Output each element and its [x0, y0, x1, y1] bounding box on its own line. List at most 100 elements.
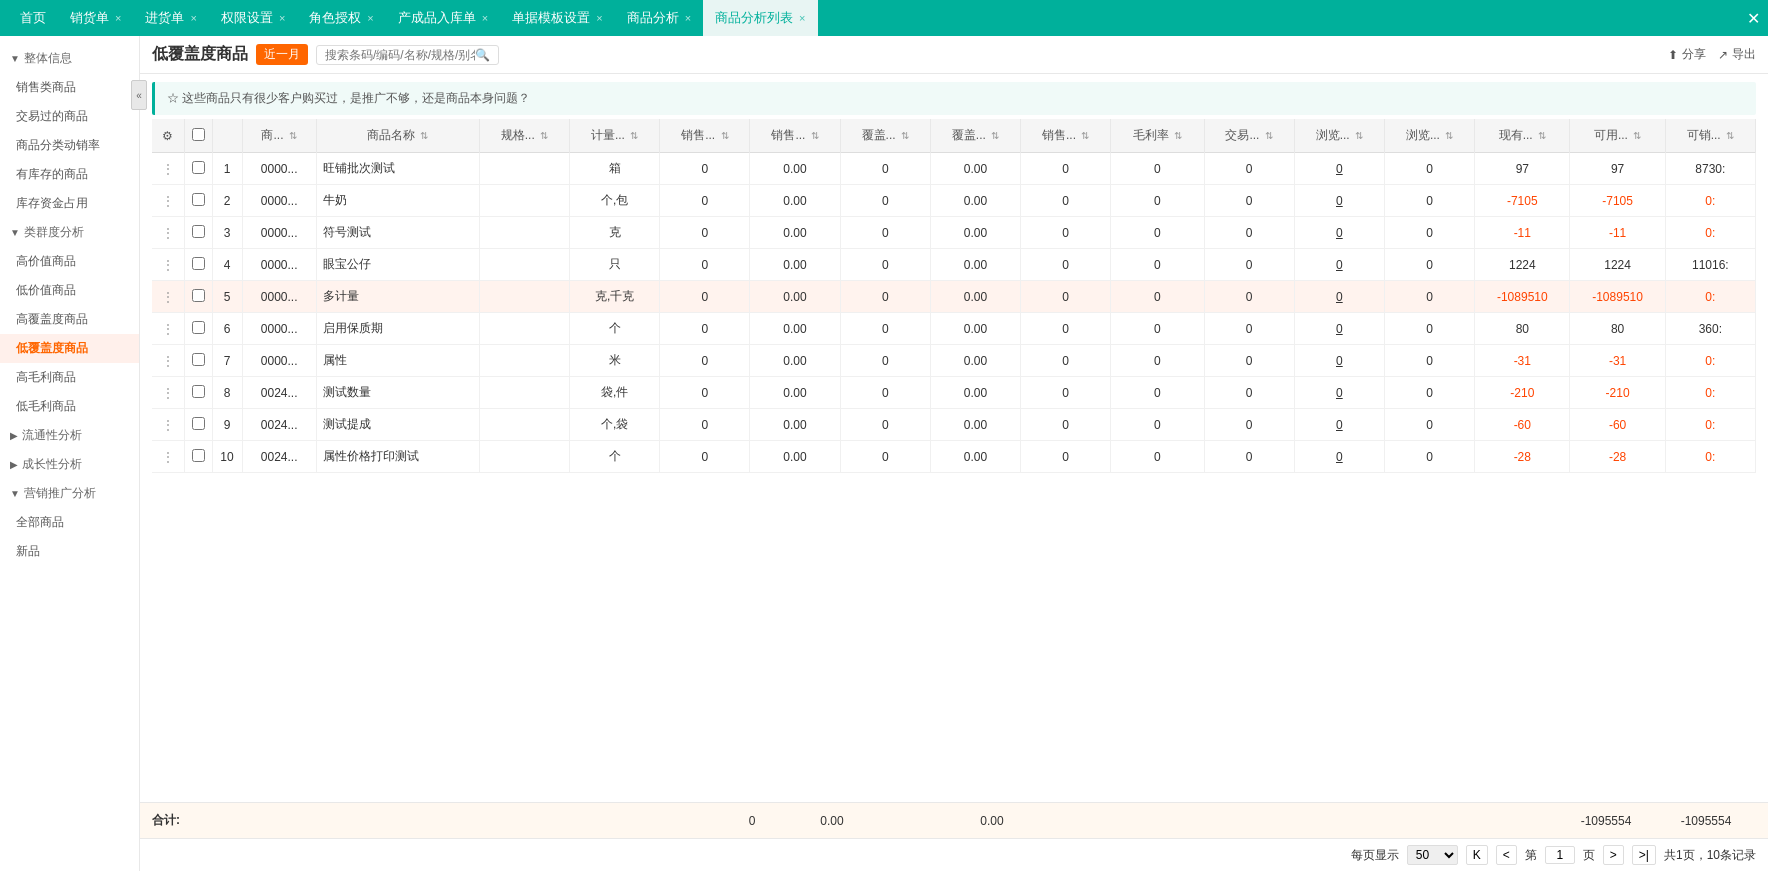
cell-checkbox[interactable] [184, 185, 212, 217]
row-checkbox[interactable] [192, 353, 205, 366]
cell-browse1[interactable]: 0 [1294, 441, 1384, 473]
export-button[interactable]: ↗ 导出 [1718, 46, 1756, 63]
cell-checkbox[interactable] [184, 313, 212, 345]
sidebar-section-overall[interactable]: ▼ 整体信息 [0, 44, 139, 73]
cell-checkbox[interactable] [184, 409, 212, 441]
cell-settings[interactable]: ⋮ [152, 377, 184, 409]
close-permissions-tab[interactable]: × [279, 12, 285, 24]
cell-settings[interactable]: ⋮ [152, 441, 184, 473]
sidebar-section-liquidity[interactable]: ▶ 流通性分析 [0, 421, 139, 450]
cell-settings[interactable]: ⋮ [152, 409, 184, 441]
cell-browse1[interactable]: 0 [1294, 377, 1384, 409]
cell-checkbox[interactable] [184, 153, 212, 185]
sidebar-section-cluster[interactable]: ▼ 类群度分析 [0, 218, 139, 247]
cell-settings[interactable]: ⋮ [152, 281, 184, 313]
th-trans[interactable]: 交易... ⇅ [1204, 119, 1294, 153]
nav-tab-roles[interactable]: 角色授权 × [297, 0, 385, 36]
th-code[interactable]: 商... ⇅ [242, 119, 316, 153]
row-checkbox[interactable] [192, 449, 205, 462]
cell-browse1[interactable]: 0 [1294, 409, 1384, 441]
row-checkbox[interactable] [192, 385, 205, 398]
nav-tab-purchase[interactable]: 进货单 × [133, 0, 208, 36]
close-roles-tab[interactable]: × [367, 12, 373, 24]
sidebar-item-new-products[interactable]: 新品 [0, 537, 139, 566]
sidebar-item-high-coverage[interactable]: 高覆盖度商品 [0, 305, 139, 334]
close-window-btn[interactable]: ✕ [1747, 9, 1760, 28]
sidebar-item-low-coverage[interactable]: 低覆盖度商品 [0, 334, 139, 363]
row-checkbox[interactable] [192, 161, 205, 174]
th-checkbox[interactable] [184, 119, 212, 153]
nav-tab-analysis[interactable]: 商品分析 × [615, 0, 703, 36]
row-checkbox[interactable] [192, 321, 205, 334]
page-input[interactable] [1545, 846, 1575, 864]
nav-tab-permissions[interactable]: 权限设置 × [209, 0, 297, 36]
cell-checkbox[interactable] [184, 249, 212, 281]
nav-tab-sales[interactable]: 销货单 × [58, 0, 133, 36]
cell-browse1[interactable]: 0 [1294, 185, 1384, 217]
th-cover1[interactable]: 覆盖... ⇅ [840, 119, 930, 153]
cell-settings[interactable]: ⋮ [152, 313, 184, 345]
next-page-btn[interactable]: > [1603, 845, 1624, 865]
th-sales1[interactable]: 销售... ⇅ [660, 119, 750, 153]
th-salesamt[interactable]: 销售... ⇅ [1021, 119, 1111, 153]
sidebar-item-sales-products[interactable]: 销售类商品 [0, 73, 139, 102]
close-analysis-tab[interactable]: × [685, 12, 691, 24]
cell-checkbox[interactable] [184, 377, 212, 409]
nav-tab-template[interactable]: 单据模板设置 × [500, 0, 614, 36]
sidebar-section-growth[interactable]: ▶ 成长性分析 [0, 450, 139, 479]
per-page-select[interactable]: 50 20 100 [1407, 845, 1458, 865]
cell-checkbox[interactable] [184, 281, 212, 313]
first-page-btn[interactable]: K [1466, 845, 1488, 865]
cell-checkbox[interactable] [184, 345, 212, 377]
cell-settings[interactable]: ⋮ [152, 249, 184, 281]
close-sales-tab[interactable]: × [115, 12, 121, 24]
sidebar-item-in-stock[interactable]: 有库存的商品 [0, 160, 139, 189]
sidebar-item-stock-capital[interactable]: 库存资金占用 [0, 189, 139, 218]
prev-page-btn[interactable]: < [1496, 845, 1517, 865]
row-checkbox[interactable] [192, 417, 205, 430]
sidebar-item-low-profit[interactable]: 低毛利商品 [0, 392, 139, 421]
sidebar-item-high-value[interactable]: 高价值商品 [0, 247, 139, 276]
row-checkbox[interactable] [192, 225, 205, 238]
sidebar-item-high-profit[interactable]: 高毛利商品 [0, 363, 139, 392]
sidebar-section-marketing[interactable]: ▼ 营销推广分析 [0, 479, 139, 508]
period-button[interactable]: 近一月 [256, 44, 308, 65]
cell-checkbox[interactable] [184, 441, 212, 473]
th-spec[interactable]: 规格... ⇅ [479, 119, 569, 153]
cell-settings[interactable]: ⋮ [152, 217, 184, 249]
cell-settings[interactable]: ⋮ [152, 345, 184, 377]
select-all-checkbox[interactable] [192, 128, 205, 141]
cell-settings[interactable]: ⋮ [152, 185, 184, 217]
close-analysis-list-tab[interactable]: × [799, 12, 805, 24]
sidebar-item-category-rate[interactable]: 商品分类动销率 [0, 131, 139, 160]
cell-browse1[interactable]: 0 [1294, 345, 1384, 377]
cell-settings[interactable]: ⋮ [152, 153, 184, 185]
th-unit[interactable]: 计量... ⇅ [570, 119, 660, 153]
th-sellable[interactable]: 可销... ⇅ [1665, 119, 1755, 153]
search-icon[interactable]: 🔍 [475, 48, 490, 62]
nav-tab-analysis-list[interactable]: 商品分析列表 × [703, 0, 817, 36]
cell-browse1[interactable]: 0 [1294, 313, 1384, 345]
sidebar-item-low-value[interactable]: 低价值商品 [0, 276, 139, 305]
cell-browse1[interactable]: 0 [1294, 281, 1384, 313]
th-sales2[interactable]: 销售... ⇅ [750, 119, 840, 153]
sidebar-item-all-products[interactable]: 全部商品 [0, 508, 139, 537]
th-browse1[interactable]: 浏览... ⇅ [1294, 119, 1384, 153]
close-warehouse-tab[interactable]: × [482, 12, 488, 24]
share-button[interactable]: ⬆ 分享 [1668, 46, 1706, 63]
close-purchase-tab[interactable]: × [190, 12, 196, 24]
close-template-tab[interactable]: × [596, 12, 602, 24]
th-name[interactable]: 商品名称 ⇅ [316, 119, 479, 153]
row-checkbox[interactable] [192, 193, 205, 206]
nav-tab-home[interactable]: 首页 [8, 0, 58, 36]
sidebar-collapse-btn[interactable]: « [131, 80, 147, 110]
cell-browse1[interactable]: 0 [1294, 217, 1384, 249]
row-checkbox[interactable] [192, 257, 205, 270]
last-page-btn[interactable]: >| [1632, 845, 1656, 865]
th-available[interactable]: 可用... ⇅ [1570, 119, 1665, 153]
cell-browse1[interactable]: 0 [1294, 153, 1384, 185]
search-input[interactable] [325, 48, 475, 62]
th-grossrate[interactable]: 毛利率 ⇅ [1111, 119, 1204, 153]
cell-browse1[interactable]: 0 [1294, 249, 1384, 281]
nav-tab-warehouse[interactable]: 产成品入库单 × [386, 0, 500, 36]
